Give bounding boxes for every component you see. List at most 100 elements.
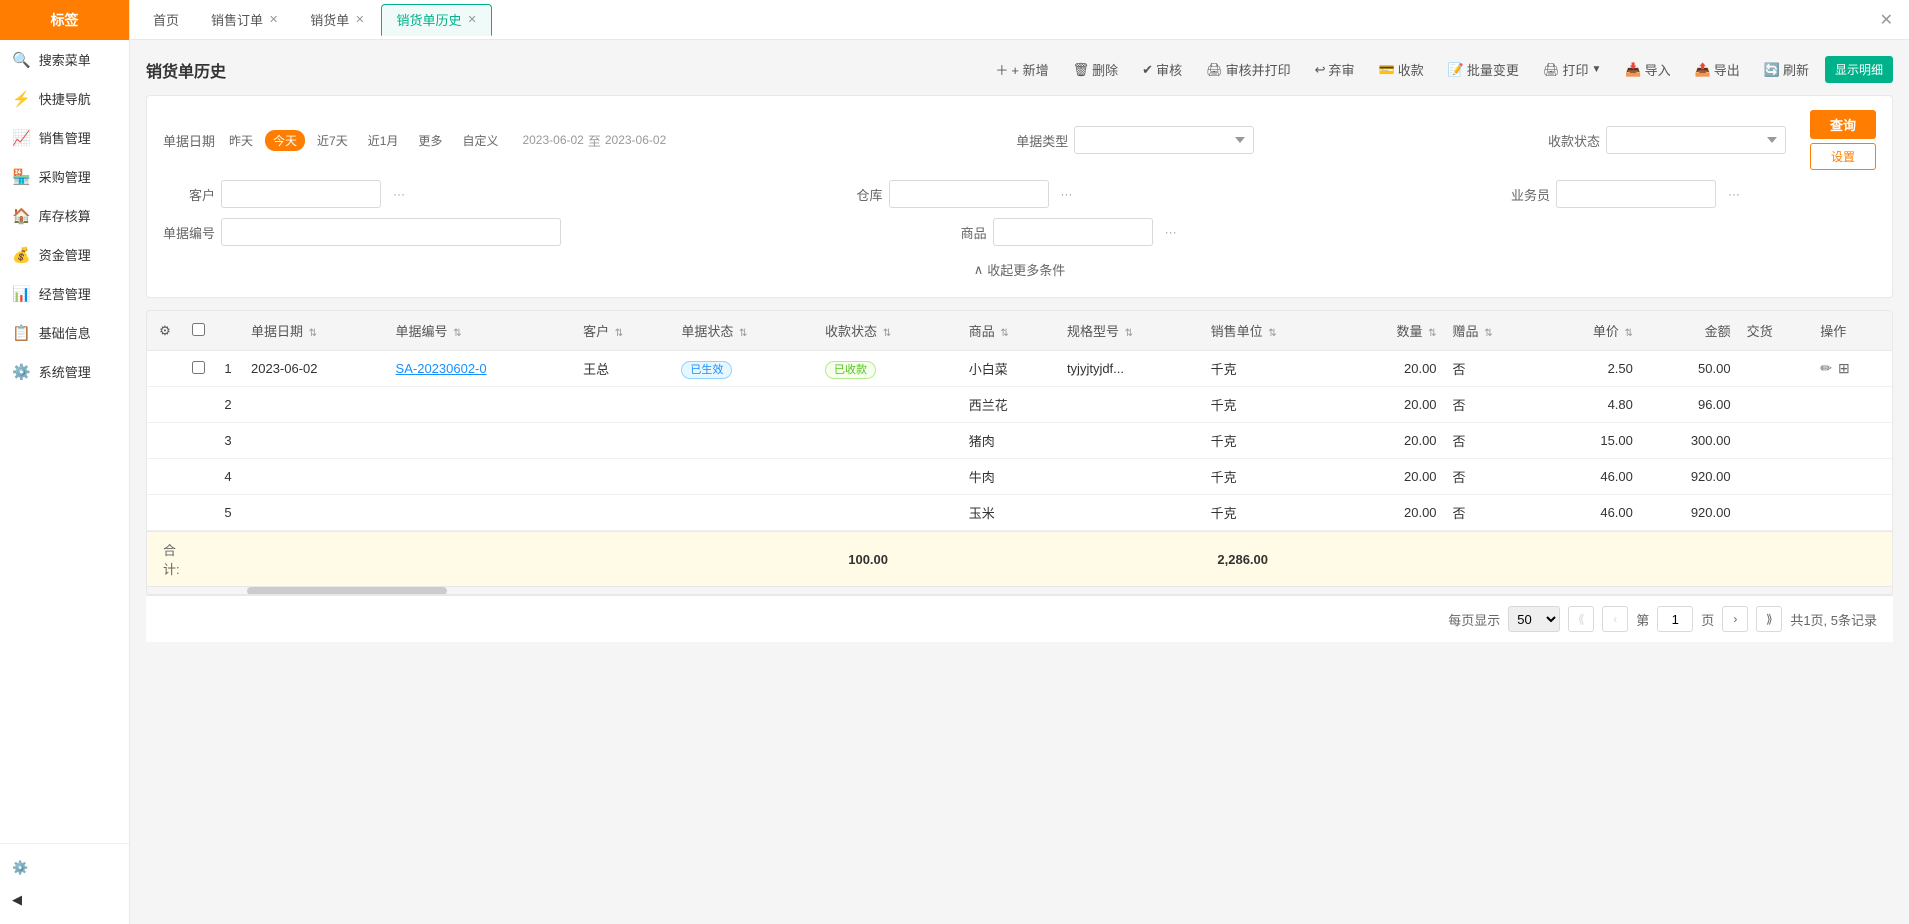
sidebar-item-search-menu[interactable]: 🔍 搜索菜单 bbox=[0, 40, 129, 79]
tab-sales-history[interactable]: 销货单历史 ✕ bbox=[381, 4, 491, 36]
sidebar-item-purchase-mgmt[interactable]: 🏪 采购管理 bbox=[0, 157, 129, 196]
rowno-cell: 2 bbox=[213, 387, 243, 423]
warehouse-more-icon[interactable]: ··· bbox=[1061, 187, 1073, 201]
docno-input[interactable] bbox=[221, 218, 561, 246]
collect-button[interactable]: 💳 收款 bbox=[1371, 56, 1432, 83]
next-page-btn[interactable]: › bbox=[1722, 606, 1748, 632]
date-pill-7days[interactable]: 近7天 bbox=[309, 130, 356, 151]
tab-sales-delivery[interactable]: 销货单 ✕ bbox=[295, 4, 379, 36]
page-number-input[interactable] bbox=[1657, 606, 1693, 632]
customer-sort-icon[interactable]: ⇅ bbox=[615, 328, 623, 339]
salesman-more-icon[interactable]: ··· bbox=[1728, 187, 1740, 201]
collapse-filter-btn[interactable]: ∧ 收起更多条件 bbox=[163, 256, 1876, 283]
prev-page-btn[interactable]: ‹ bbox=[1602, 606, 1628, 632]
sidebar-item-quick-nav[interactable]: ⚡ 快捷导航 bbox=[0, 79, 129, 118]
tab-sales-delivery-label: 销货单 bbox=[310, 10, 349, 29]
unit-sort-icon[interactable]: ⇅ bbox=[1268, 328, 1276, 339]
tab-sales-order-close[interactable]: ✕ bbox=[269, 13, 278, 26]
query-button[interactable]: 查询 bbox=[1810, 110, 1876, 139]
checkbox-cell[interactable] bbox=[183, 495, 213, 531]
tab-sales-history-close[interactable]: ✕ bbox=[468, 13, 477, 26]
customer-input[interactable] bbox=[221, 180, 381, 208]
salesman-input[interactable] bbox=[1556, 180, 1716, 208]
transaction-cell bbox=[1739, 423, 1813, 459]
display-detail-button[interactable]: 显示明细 bbox=[1825, 56, 1893, 83]
action-cell bbox=[1812, 459, 1892, 495]
docstatus-sort-icon[interactable]: ⇅ bbox=[739, 328, 747, 339]
spec-column-header[interactable]: 规格型号 ⇅ bbox=[1059, 311, 1203, 351]
tab-sales-delivery-close[interactable]: ✕ bbox=[355, 13, 364, 26]
docdate-column-header[interactable]: 单据日期 ⇅ bbox=[243, 311, 388, 351]
select-all-checkbox[interactable] bbox=[192, 323, 205, 336]
new-button[interactable]: ＋ + 新增 bbox=[987, 56, 1056, 83]
gift-sort-icon[interactable]: ⇅ bbox=[1484, 328, 1492, 339]
settings-column-header[interactable]: ⚙ bbox=[147, 311, 183, 351]
per-page-select[interactable]: 50 100 200 bbox=[1508, 606, 1560, 632]
batch-change-button[interactable]: 📝 批量变更 bbox=[1440, 56, 1527, 83]
checkbox-cell[interactable] bbox=[183, 459, 213, 495]
horizontal-scrollbar[interactable] bbox=[147, 586, 1892, 594]
sidebar-item-sales-mgmt[interactable]: 📈 销售管理 bbox=[0, 118, 129, 157]
sidebar-item-inventory[interactable]: 🏠 库存核算 bbox=[0, 196, 129, 235]
copy-icon[interactable]: ⊞ bbox=[1838, 360, 1850, 377]
goods-more-icon[interactable]: ··· bbox=[1165, 225, 1177, 239]
customer-column-header[interactable]: 客户 ⇅ bbox=[575, 311, 673, 351]
last-page-btn[interactable]: ⟫ bbox=[1756, 606, 1782, 632]
spec-sort-icon[interactable]: ⇅ bbox=[1125, 328, 1133, 339]
edit-icon[interactable]: ✏ bbox=[1820, 360, 1832, 377]
collect-status-select[interactable] bbox=[1606, 126, 1786, 154]
date-pill-1month[interactable]: 近1月 bbox=[360, 130, 407, 151]
unit-column-header[interactable]: 销售单位 ⇅ bbox=[1203, 311, 1347, 351]
qty-column-header[interactable]: 数量 ⇅ bbox=[1346, 311, 1444, 351]
qty-sort-icon[interactable]: ⇅ bbox=[1428, 328, 1436, 339]
unitprice-sort-icon[interactable]: ⇅ bbox=[1625, 328, 1633, 339]
sidebar-item-basic-info[interactable]: 📋 基础信息 bbox=[0, 313, 129, 352]
tab-sales-order[interactable]: 销售订单 ✕ bbox=[196, 4, 293, 36]
audit-print-button[interactable]: 🖨 审核并打印 bbox=[1198, 56, 1299, 83]
refresh-button[interactable]: 🔄 刷新 bbox=[1756, 56, 1817, 83]
sidebar-item-system-mgmt[interactable]: ⚙️ 系统管理 bbox=[0, 352, 129, 391]
delete-button[interactable]: 🗑 删除 bbox=[1065, 56, 1127, 83]
export-button[interactable]: 📤 导出 bbox=[1687, 56, 1748, 83]
date-pill-today[interactable]: 今天 bbox=[265, 130, 305, 151]
discard-button[interactable]: ↩ 弃审 bbox=[1307, 56, 1363, 83]
goods-sort-icon[interactable]: ⇅ bbox=[1000, 328, 1008, 339]
sidebar-settings-btn[interactable]: ⚙️ bbox=[0, 852, 129, 884]
sidebar-collapse-btn[interactable]: ◀ bbox=[0, 884, 129, 916]
filter-goods-item: 商品 ··· bbox=[935, 218, 1177, 246]
gift-column-header[interactable]: 赠品 ⇅ bbox=[1445, 311, 1543, 351]
doc-type-select[interactable] bbox=[1074, 126, 1254, 154]
sidebar-item-finance[interactable]: 💰 资金管理 bbox=[0, 235, 129, 274]
docno-link[interactable]: SA-20230602-0 bbox=[396, 361, 487, 376]
footer-label: 合计: bbox=[163, 540, 192, 578]
date-pill-more[interactable]: 更多 bbox=[410, 130, 450, 151]
close-all-tabs-btn[interactable]: ✕ bbox=[1872, 10, 1901, 30]
import-button[interactable]: 📥 导入 bbox=[1617, 56, 1678, 83]
docstatus-column-header[interactable]: 单据状态 ⇅ bbox=[673, 311, 817, 351]
first-page-btn[interactable]: ⟪ bbox=[1568, 606, 1594, 632]
date-pill-custom[interactable]: 自定义 bbox=[454, 130, 506, 151]
customer-more-icon[interactable]: ··· bbox=[393, 187, 405, 201]
collectstatus-column-header[interactable]: 收款状态 ⇅ bbox=[817, 311, 961, 351]
print-button[interactable]: 🖨 打印 ▼ bbox=[1535, 56, 1609, 83]
date-pill-yesterday[interactable]: 昨天 bbox=[221, 130, 261, 151]
collectstatus-sort-icon[interactable]: ⇅ bbox=[883, 328, 891, 339]
unitprice-column-header[interactable]: 单价 ⇅ bbox=[1543, 311, 1641, 351]
docno-column-header[interactable]: 单据编号 ⇅ bbox=[388, 311, 576, 351]
docno-sort-icon[interactable]: ⇅ bbox=[453, 328, 461, 339]
goods-cell: 玉米 bbox=[961, 495, 1059, 531]
amount-column-header: 金额 bbox=[1641, 311, 1739, 351]
checkbox-cell[interactable] bbox=[183, 351, 213, 387]
tab-home[interactable]: 首页 bbox=[138, 4, 194, 36]
row-checkbox[interactable] bbox=[192, 361, 205, 374]
goods-input[interactable] bbox=[993, 218, 1153, 246]
audit-button[interactable]: ✔ 审核 bbox=[1134, 56, 1190, 83]
warehouse-input[interactable] bbox=[889, 180, 1049, 208]
scrollbar-thumb[interactable] bbox=[247, 587, 447, 595]
checkbox-cell[interactable] bbox=[183, 423, 213, 459]
checkbox-cell[interactable] bbox=[183, 387, 213, 423]
goods-column-header[interactable]: 商品 ⇅ bbox=[961, 311, 1059, 351]
setting-button[interactable]: 设置 bbox=[1810, 143, 1876, 170]
docdate-sort-icon[interactable]: ⇅ bbox=[309, 328, 317, 339]
sidebar-item-operations[interactable]: 📊 经营管理 bbox=[0, 274, 129, 313]
